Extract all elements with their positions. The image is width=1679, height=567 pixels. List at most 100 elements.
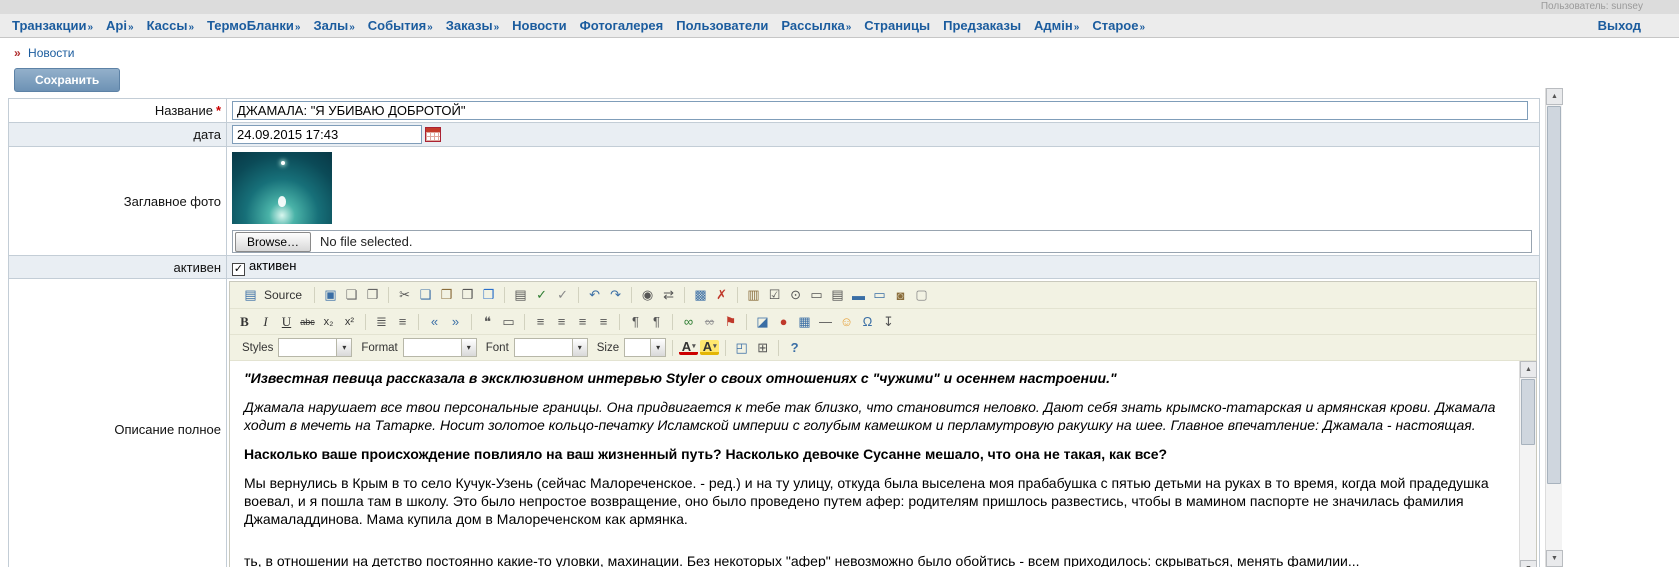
active-checkbox[interactable]: ✓ — [232, 263, 245, 276]
breadcrumb-link-news[interactable]: Новости — [28, 46, 74, 60]
redo-icon[interactable]: ↷ — [606, 286, 625, 304]
save-icon[interactable]: ▣ — [321, 286, 340, 304]
paste-from-word-icon[interactable]: ❒ — [479, 286, 498, 304]
bold-icon[interactable]: B — [235, 313, 254, 331]
dropdown-arrow-icon[interactable]: ▾ — [571, 339, 587, 356]
print-icon[interactable]: ▤ — [511, 286, 530, 304]
select-field-icon[interactable]: ▬ — [849, 286, 868, 304]
align-left-icon[interactable]: ≡ — [531, 313, 550, 331]
save-button[interactable]: Сохранить — [14, 68, 121, 92]
align-right-icon[interactable]: ≡ — [573, 313, 592, 331]
page-scrollbar-thumb[interactable] — [1547, 106, 1561, 484]
insert-image-icon[interactable]: ◪ — [753, 313, 772, 331]
text-color-icon[interactable]: A — [679, 339, 699, 355]
checkbox-icon[interactable]: ☑ — [765, 286, 784, 304]
textarea-icon[interactable]: ▤ — [828, 286, 847, 304]
menu-item-13[interactable]: Адмін» — [1034, 18, 1079, 33]
paste-text-icon[interactable]: ❒ — [458, 286, 477, 304]
dropdown-arrow-icon[interactable]: ▾ — [460, 339, 476, 356]
form-icon[interactable]: ▥ — [744, 286, 763, 304]
menu-item-11[interactable]: Страницы — [864, 18, 930, 33]
menu-item-9[interactable]: Пользователи — [676, 18, 768, 33]
create-div-icon[interactable]: ▭ — [499, 313, 518, 331]
styles-combo[interactable]: ▾ — [278, 338, 353, 357]
menu-item-12[interactable]: Предзаказы — [943, 18, 1021, 33]
dropdown-arrow-icon[interactable]: ▾ — [336, 339, 352, 356]
logout-link[interactable]: Выход — [1598, 18, 1641, 33]
about-icon[interactable]: ? — [785, 339, 804, 357]
font-combo[interactable]: ▾ — [513, 338, 588, 357]
page-scrollbar[interactable]: ▲ ▼ — [1545, 88, 1563, 567]
menu-item-1[interactable]: Api» — [106, 18, 134, 33]
menu-item-2[interactable]: Кассы» — [147, 18, 194, 33]
show-blocks-icon[interactable]: ⊞ — [753, 339, 772, 357]
scroll-down-icon[interactable]: ▼ — [1520, 560, 1537, 567]
numbered-list-icon[interactable]: ≣ — [372, 313, 391, 331]
text-direction-ltr-icon[interactable]: ¶ — [626, 313, 645, 331]
editor-scrollbar-thumb[interactable] — [1521, 379, 1535, 445]
dropdown-arrow-icon[interactable]: ▾ — [650, 339, 666, 356]
image-button-icon[interactable]: ◙ — [891, 286, 910, 304]
copy-icon[interactable]: ❑ — [416, 286, 435, 304]
text-field-icon[interactable]: ▭ — [807, 286, 826, 304]
menu-item-3[interactable]: ТермоБланки» — [207, 18, 300, 33]
spell-check-icon[interactable]: ✓ — [532, 286, 551, 304]
align-justify-icon[interactable]: ≡ — [594, 313, 613, 331]
menu-item-0[interactable]: Транзакции» — [12, 18, 93, 33]
date-input[interactable] — [232, 125, 422, 144]
scroll-up-icon[interactable]: ▲ — [1520, 361, 1537, 378]
italic-icon[interactable]: I — [256, 313, 275, 331]
editor-scrollbar[interactable]: ▲ ▼ — [1519, 361, 1537, 567]
menu-item-6[interactable]: Заказы» — [446, 18, 499, 33]
browse-button[interactable]: Browse… — [235, 231, 312, 252]
menu-item-8[interactable]: Фотогалерея — [580, 18, 664, 33]
insert-table-icon[interactable]: ▦ — [795, 313, 814, 331]
menu-item-10[interactable]: Рассылка» — [781, 18, 851, 33]
editor-content[interactable]: "Известная певица рассказала в эксклюзив… — [230, 361, 1519, 567]
source-button[interactable]: ▤ Source — [235, 285, 308, 305]
background-color-icon[interactable]: A — [700, 339, 720, 355]
new-page-icon[interactable]: ❏ — [342, 286, 361, 304]
format-combo[interactable]: ▾ — [402, 338, 477, 357]
blockquote-icon[interactable]: ❝ — [478, 313, 497, 331]
select-all-icon[interactable]: ▩ — [691, 286, 710, 304]
menu-item-5[interactable]: События» — [368, 18, 433, 33]
text-direction-rtl-icon[interactable]: ¶ — [647, 313, 666, 331]
anchor-icon[interactable]: ⚑ — [721, 313, 740, 331]
undo-icon[interactable]: ↶ — [585, 286, 604, 304]
preview-icon[interactable]: ❐ — [363, 286, 382, 304]
page-break-icon[interactable]: ↧ — [879, 313, 898, 331]
button-icon[interactable]: ▭ — [870, 286, 889, 304]
cut-icon[interactable]: ✂ — [395, 286, 414, 304]
insert-link-icon[interactable]: ∞ — [679, 313, 698, 331]
underline-icon[interactable]: U — [277, 313, 296, 331]
remove-format-icon[interactable]: ✗ — [712, 286, 731, 304]
decrease-indent-icon[interactable]: « — [425, 313, 444, 331]
increase-indent-icon[interactable]: » — [446, 313, 465, 331]
paste-icon[interactable]: ❒ — [437, 286, 456, 304]
page-scroll-up-icon[interactable]: ▲ — [1546, 88, 1563, 105]
strikethrough-icon[interactable]: abc — [298, 313, 317, 331]
horizontal-rule-icon[interactable]: ― — [816, 313, 835, 331]
menu-item-7[interactable]: Новости — [512, 18, 567, 33]
file-input[interactable]: Browse… No file selected. — [232, 230, 1532, 253]
find-icon[interactable]: ◉ — [638, 286, 657, 304]
remove-link-icon[interactable]: ∞ — [700, 313, 719, 331]
insert-flash-icon[interactable]: ● — [774, 313, 793, 331]
menu-item-14[interactable]: Старое» — [1092, 18, 1145, 33]
bulleted-list-icon[interactable]: ≡ — [393, 313, 412, 331]
subscript-icon[interactable]: x₂ — [319, 313, 338, 331]
special-character-icon[interactable]: Ω — [858, 313, 877, 331]
hidden-field-icon[interactable]: ▢ — [912, 286, 931, 304]
spell-check-as-you-type-icon[interactable]: ✓ — [553, 286, 572, 304]
calendar-icon[interactable] — [425, 127, 441, 142]
smiley-icon[interactable]: ☺ — [837, 313, 856, 331]
title-input[interactable] — [232, 101, 1528, 120]
replace-icon[interactable]: ⇄ — [659, 286, 678, 304]
page-scroll-down-icon[interactable]: ▼ — [1546, 550, 1563, 567]
radio-button-icon[interactable]: ⊙ — [786, 286, 805, 304]
superscript-icon[interactable]: x² — [340, 313, 359, 331]
maximize-icon[interactable]: ◰ — [732, 339, 751, 357]
align-center-icon[interactable]: ≡ — [552, 313, 571, 331]
size-combo[interactable]: ▾ — [624, 338, 667, 357]
